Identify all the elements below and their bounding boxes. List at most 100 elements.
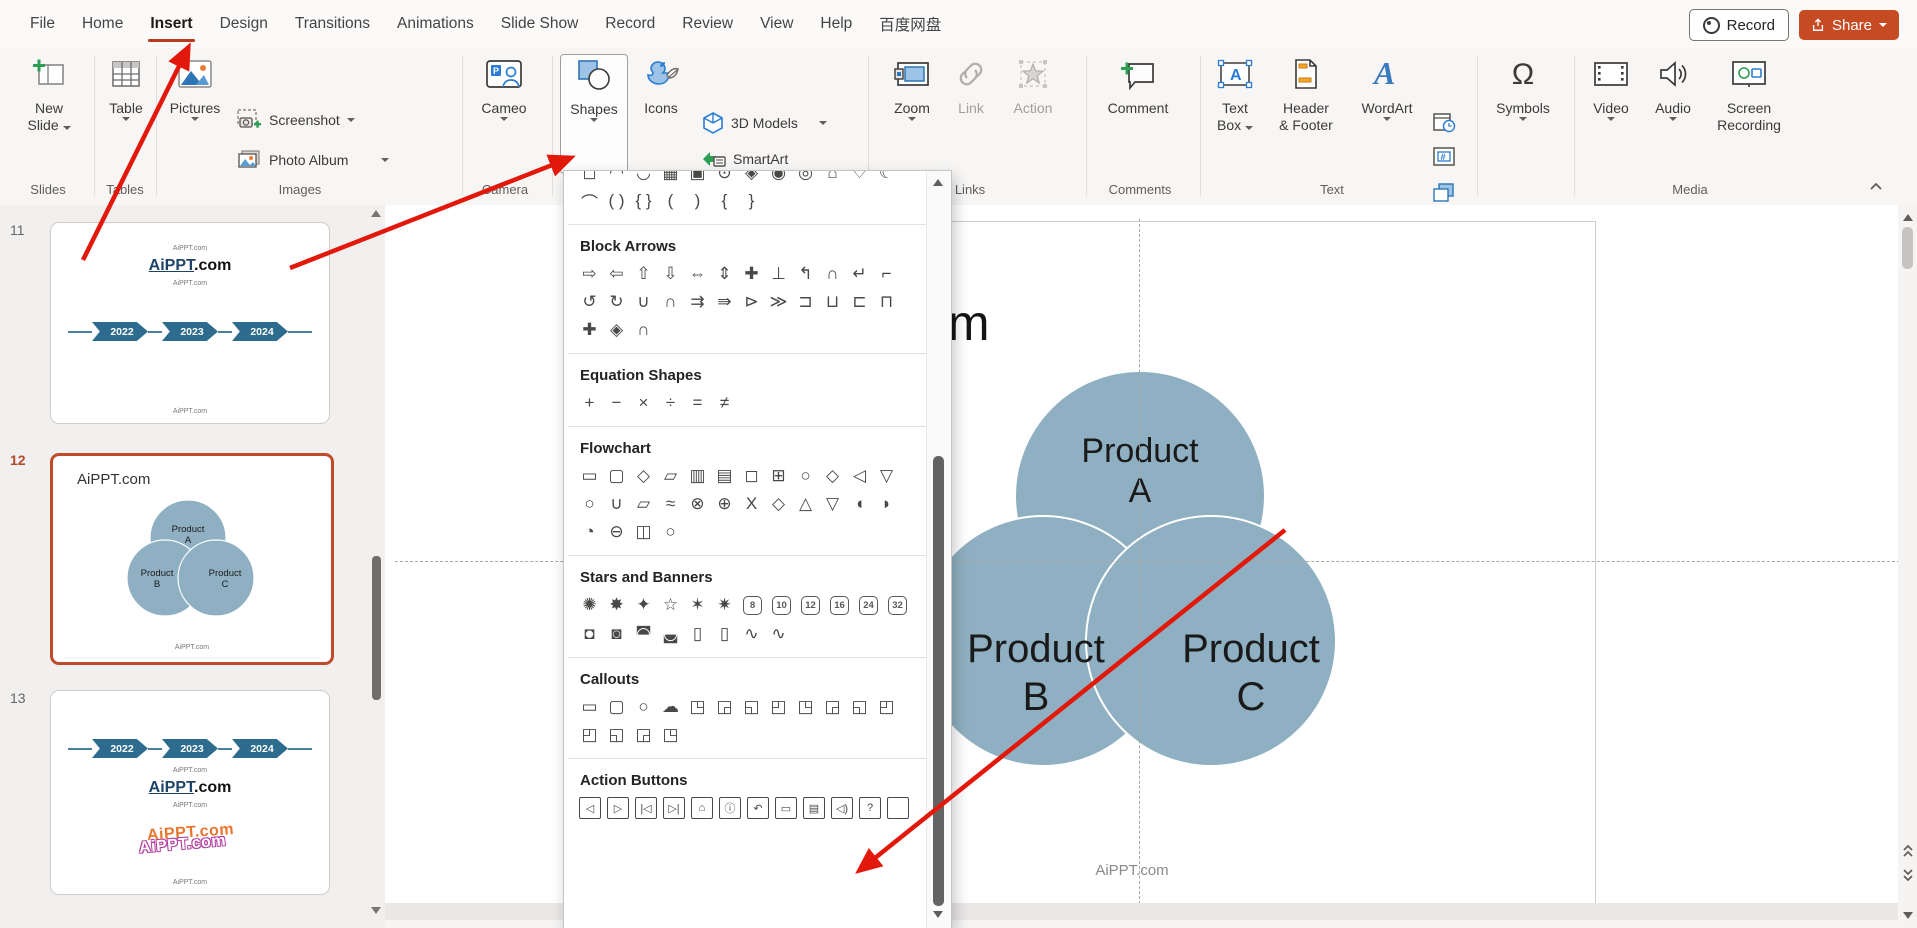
menu-tab-insert[interactable]: Insert	[148, 15, 195, 42]
shape-glyph[interactable]: ×	[630, 389, 657, 417]
shape-glyph[interactable]: }	[738, 187, 765, 215]
menu-tab-review[interactable]: Review	[682, 15, 733, 33]
scroll-down-icon[interactable]	[1898, 905, 1917, 925]
shape-glyph[interactable]: ◳	[684, 693, 711, 721]
shape-glyph[interactable]: X	[738, 490, 765, 518]
smartart-button[interactable]: SmartArt	[702, 149, 788, 169]
shape-glyph[interactable]: ∿	[765, 620, 792, 648]
shape-glyph[interactable]: ○	[576, 490, 603, 518]
shape-glyph[interactable]: ✶	[684, 591, 711, 619]
shape-glyph[interactable]: ◎	[792, 171, 819, 187]
shape-glyph[interactable]: ▷|	[663, 797, 685, 819]
shape-glyph[interactable]: ✚	[576, 316, 603, 344]
shape-glyph[interactable]: ○	[630, 693, 657, 721]
shape-glyph[interactable]: ↵	[846, 260, 873, 288]
shape-glyph[interactable]: ⇛	[711, 288, 738, 316]
shape-glyph[interactable]: ▢	[603, 693, 630, 721]
shape-glyph[interactable]: ▤	[711, 462, 738, 490]
shape-glyph[interactable]: ↻	[603, 288, 630, 316]
shape-glyph[interactable]: ◫	[630, 518, 657, 546]
shape-glyph[interactable]: ⊥	[765, 260, 792, 288]
shape-glyph[interactable]: ⇩	[657, 260, 684, 288]
shape-glyph[interactable]: ⇨	[576, 260, 603, 288]
shape-glyph[interactable]: ◰	[576, 721, 603, 749]
shape-glyph[interactable]: △	[792, 490, 819, 518]
shape-glyph[interactable]: ▱	[630, 490, 657, 518]
shape-glyph[interactable]: ▤	[803, 797, 825, 819]
shape-glyph[interactable]: ⊓	[873, 288, 900, 316]
shape-glyph[interactable]: ◈	[603, 316, 630, 344]
shape-glyph[interactable]: ◘	[576, 620, 603, 648]
scroll-down-icon[interactable]	[371, 907, 381, 914]
shape-glyph[interactable]: ⇦	[603, 260, 630, 288]
shape-glyph[interactable]: ∪	[603, 490, 630, 518]
shape-glyph[interactable]: ▽	[819, 490, 846, 518]
shape-glyph[interactable]: ≈	[657, 490, 684, 518]
shape-glyph[interactable]: ⓘ	[719, 797, 741, 819]
shape-glyph[interactable]: ▥	[684, 462, 711, 490]
menu-tab-home[interactable]: Home	[82, 15, 123, 33]
shape-glyph[interactable]: ▽	[873, 462, 900, 490]
shape-glyph[interactable]: ○	[792, 462, 819, 490]
shape-glyph[interactable]: =	[684, 389, 711, 417]
shape-glyph[interactable]: ◁	[579, 797, 601, 819]
wordart-button[interactable]: A WordArt	[1352, 54, 1422, 172]
shape-glyph[interactable]: ⊔	[819, 288, 846, 316]
shape-glyph[interactable]: ◙	[603, 620, 630, 648]
shape-glyph[interactable]: ◠	[603, 171, 630, 187]
shape-glyph[interactable]	[887, 797, 909, 819]
shape-glyph[interactable]: { }	[630, 187, 657, 215]
shape-glyph[interactable]: ◁	[846, 462, 873, 490]
shape-glyph[interactable]: )	[684, 187, 711, 215]
table-button[interactable]: Table	[100, 54, 152, 172]
shape-glyph[interactable]: ⊐	[792, 288, 819, 316]
shape-glyph[interactable]: ⊙	[711, 171, 738, 187]
shape-glyph[interactable]: ▣	[684, 171, 711, 187]
shape-glyph[interactable]: ✚	[738, 260, 765, 288]
shape-glyph[interactable]: ∩	[657, 288, 684, 316]
shape-glyph[interactable]: (	[657, 187, 684, 215]
shape-glyph[interactable]: ◲	[630, 721, 657, 749]
main-scrollbar[interactable]	[1898, 205, 1917, 928]
shape-glyph[interactable]: |◁	[635, 797, 657, 819]
shape-glyph[interactable]: ◻	[576, 171, 603, 187]
panel-scrollbar-thumb[interactable]	[372, 556, 381, 700]
dropdown-scrollbar-thumb[interactable]	[933, 456, 944, 906]
menu-tab-view[interactable]: View	[760, 15, 793, 33]
shape-glyph[interactable]: ◱	[603, 721, 630, 749]
shape-glyph[interactable]: ◰	[873, 693, 900, 721]
shape-glyph[interactable]: ◱	[846, 693, 873, 721]
shape-glyph[interactable]: ◚	[630, 620, 657, 648]
shape-glyph[interactable]: ↶	[747, 797, 769, 819]
video-button[interactable]: Video	[1586, 54, 1636, 172]
zoom-button[interactable]: Zoom	[884, 54, 940, 172]
shape-glyph[interactable]: ✺	[576, 591, 603, 619]
shape-glyph[interactable]: ∪	[630, 288, 657, 316]
shape-glyph[interactable]: ✸	[603, 591, 630, 619]
menu-tab-百度网盘[interactable]: 百度网盘	[879, 13, 941, 35]
shape-glyph[interactable]: ◉	[765, 171, 792, 187]
shape-glyph[interactable]: 8	[743, 596, 762, 615]
shape-glyph[interactable]: ⊖	[603, 518, 630, 546]
shape-glyph[interactable]: ?	[859, 797, 881, 819]
shape-glyph[interactable]: ✷	[711, 591, 738, 619]
shape-glyph[interactable]: +	[576, 389, 603, 417]
shape-glyph[interactable]: 16	[830, 596, 849, 615]
scroll-up-icon[interactable]	[933, 179, 943, 186]
shape-glyph[interactable]: 12	[801, 596, 820, 615]
icons-button[interactable]: Icons	[634, 54, 688, 172]
menu-tab-design[interactable]: Design	[220, 15, 268, 33]
shape-glyph[interactable]: ◻	[738, 462, 765, 490]
shape-glyph[interactable]: ◛	[657, 620, 684, 648]
shape-glyph[interactable]: ◱	[738, 693, 765, 721]
menu-tab-slide-show[interactable]: Slide Show	[501, 15, 579, 33]
cameo-button[interactable]: P Cameo	[472, 54, 536, 172]
menu-tab-transitions[interactable]: Transitions	[295, 15, 370, 33]
new-slide-button[interactable]: New Slide	[14, 54, 84, 172]
shape-glyph[interactable]: ☆	[657, 591, 684, 619]
shape-glyph[interactable]: ◖	[846, 490, 873, 518]
shape-glyph[interactable]: ♡	[846, 171, 873, 187]
shape-glyph[interactable]: ▯	[711, 620, 738, 648]
shape-glyph[interactable]: ◗	[873, 490, 900, 518]
shape-glyph[interactable]: ✦	[630, 591, 657, 619]
